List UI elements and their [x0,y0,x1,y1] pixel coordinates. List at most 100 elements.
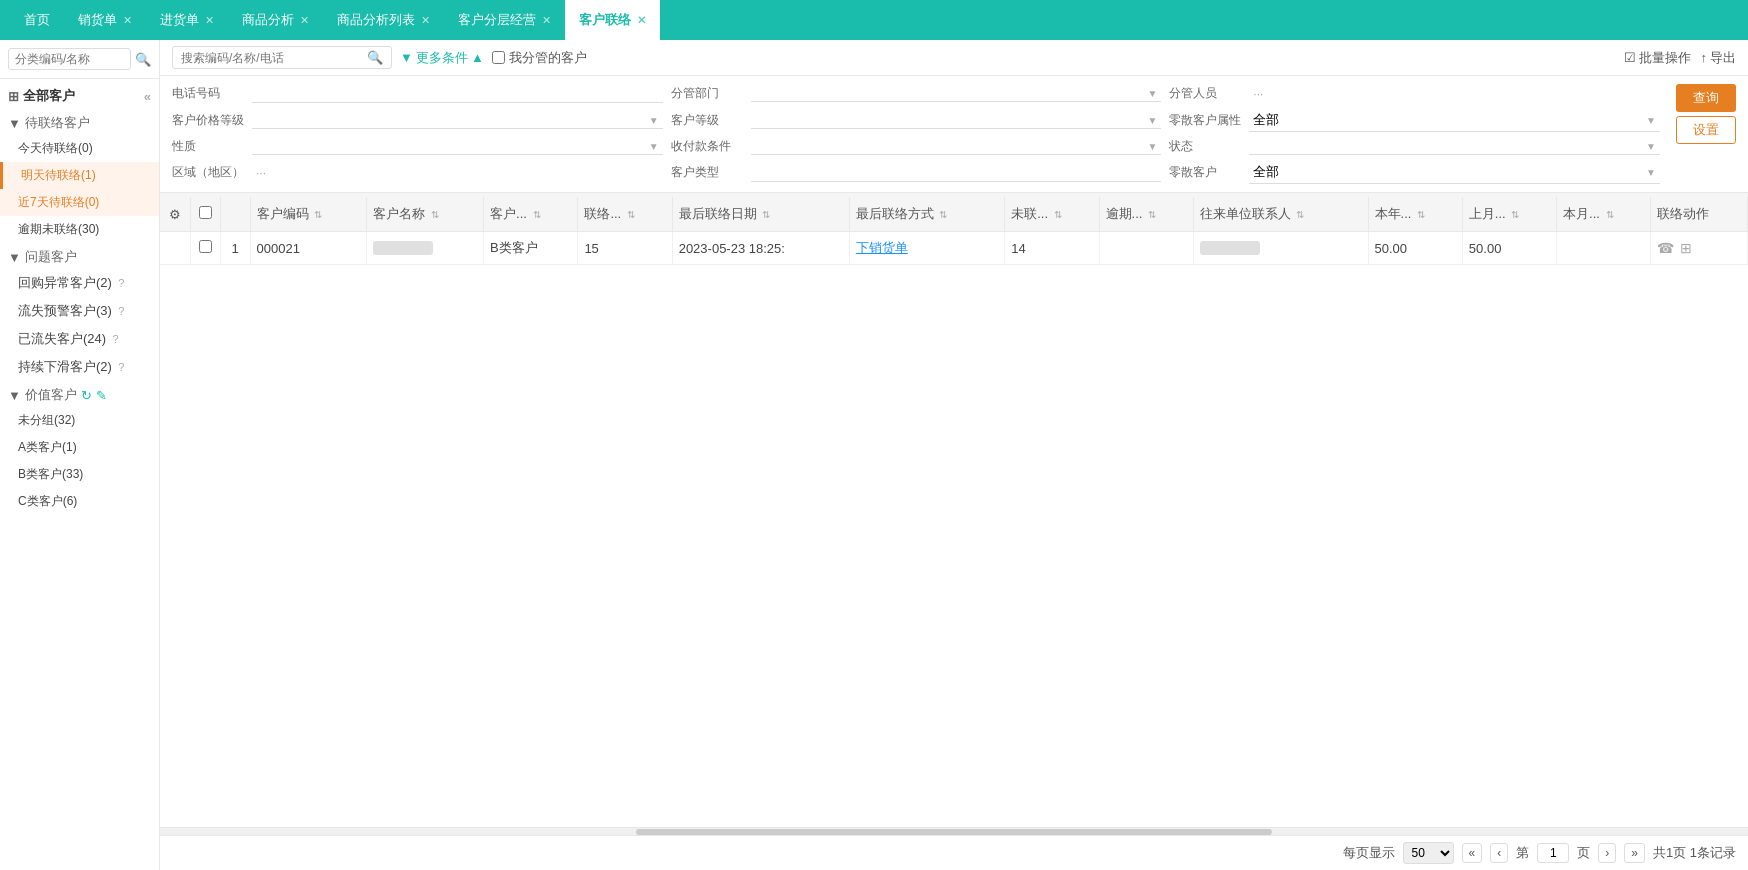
main-search-input[interactable] [181,51,367,65]
filter-status-select[interactable]: ▼ [1249,139,1660,155]
sort-icon-this-month[interactable]: ⇅ [1606,209,1614,220]
sort-icon-last-date[interactable]: ⇅ [762,209,770,220]
close-sales-icon[interactable]: ✕ [123,14,132,27]
row-select-checkbox[interactable] [199,240,212,253]
sidebar-item-b-class[interactable]: B类客户(33) [0,461,159,488]
sort-icon-type[interactable]: ⇅ [533,209,541,220]
last-page-btn[interactable]: » [1624,843,1645,863]
nav-analysis-list[interactable]: 商品分析列表 ✕ [323,0,444,40]
next-page-btn[interactable]: › [1598,843,1616,863]
sort-icon-last-month[interactable]: ⇅ [1511,209,1519,220]
page-number-input[interactable] [1537,843,1569,863]
main-search-icon[interactable]: 🔍 [367,50,383,65]
nav-customer-contact[interactable]: 客户联络 ✕ [565,0,660,40]
filter-retail-attr-select[interactable]: 全部 ▼ [1249,109,1660,132]
filter-phone-input[interactable] [252,84,663,103]
filter-retail-select[interactable]: 全部 ▼ [1249,161,1660,184]
filter-price-level-select[interactable]: ▼ [252,113,663,129]
filter-customer-level-select[interactable]: ▼ [751,113,1162,129]
my-customers-checkbox[interactable] [492,51,505,64]
sidebar-item-7days[interactable]: 近7天待联络(0) [0,189,159,216]
top-nav: 首页 销货单 ✕ 进货单 ✕ 商品分析 ✕ 商品分析列表 ✕ 客户分层经营 ✕ … [0,0,1748,40]
sidebar-item-abnormal[interactable]: 回购异常客户(2) ? [0,269,159,297]
filter-manager-dots[interactable]: ··· [1253,87,1263,101]
grid-action-icon[interactable]: ⊞ [1680,240,1692,256]
collapse-icon[interactable]: « [144,89,151,104]
filter-dept-select[interactable]: ▼ [751,86,1162,102]
sort-icon-name[interactable]: ⇅ [431,209,439,220]
value-group[interactable]: ▼ 价值客户 ↻ ✎ [0,381,159,407]
first-page-btn[interactable]: « [1462,843,1483,863]
export-btn[interactable]: ↑ 导出 [1701,49,1737,67]
arrow-down-icon-2: ▼ [8,250,21,265]
sidebar-item-overdue[interactable]: 逾期未联络(30) [0,216,159,243]
all-customers-header[interactable]: ⊞ 全部客户 « [0,79,159,109]
problem-group[interactable]: ▼ 问题客户 [0,243,159,269]
phone-icon[interactable]: ☎ [1657,240,1674,256]
select-all-checkbox[interactable] [199,206,212,219]
page-label: 第 [1516,844,1529,862]
nav-analysis[interactable]: 商品分析 ✕ [228,0,323,40]
filter-icon: ▼ [400,50,413,65]
sort-icon-uncontacted[interactable]: ⇅ [1054,209,1062,220]
col-gear: ⚙ [160,197,190,232]
horizontal-scrollbar[interactable] [160,827,1748,835]
per-page-label: 每页显示 [1343,844,1395,862]
sort-icon-this-year[interactable]: ⇅ [1417,209,1425,220]
more-filter-btn[interactable]: ▼ 更多条件 ▲ [400,49,484,67]
row-last-date: 2023-05-23 18:25: [672,232,849,265]
sidebar-item-c-class[interactable]: C类客户(6) [0,488,159,515]
sort-icon-unit-contact[interactable]: ⇅ [1296,209,1304,220]
close-purchase-icon[interactable]: ✕ [205,14,214,27]
sidebar-search-icon[interactable]: 🔍 [135,52,151,67]
row-contact-count: 15 [578,232,672,265]
prev-page-btn[interactable]: ‹ [1490,843,1508,863]
sidebar-item-ungrouped[interactable]: 未分组(32) [0,407,159,434]
filter-retail: 零散客户 全部 ▼ [1169,161,1660,184]
nav-sales[interactable]: 销货单 ✕ [64,0,146,40]
refresh-icon[interactable]: ↻ [81,388,92,403]
set-button[interactable]: 设置 [1676,116,1736,144]
sort-icon-code[interactable]: ⇅ [314,209,322,220]
close-customer-contact-icon[interactable]: ✕ [637,14,646,27]
sort-icon-contact[interactable]: ⇅ [627,209,635,220]
batch-op-btn[interactable]: ☑ 批量操作 [1624,49,1691,67]
close-analysis-icon[interactable]: ✕ [300,14,309,27]
sort-icon-overdue[interactable]: ⇅ [1148,209,1156,220]
filter-payment-select[interactable]: ▼ [751,139,1162,155]
chevron-down-icon-price: ▼ [649,115,659,126]
total-label: 共1页 1条记录 [1653,844,1736,862]
nav-purchase[interactable]: 进货单 ✕ [146,0,228,40]
sidebar-item-churned[interactable]: 已流失客户(24) ? [0,325,159,353]
page-suffix: 页 [1577,844,1590,862]
filter-nature-select[interactable]: ▼ [252,139,663,155]
nav-home[interactable]: 首页 [10,0,64,40]
last-method-link[interactable]: 下销货单 [856,240,908,255]
pending-group[interactable]: ▼ 待联络客户 [0,109,159,135]
sidebar-item-tomorrow[interactable]: 明天待联络(1) [0,162,159,189]
nav-customer-tier[interactable]: 客户分层经营 ✕ [444,0,565,40]
help-icon-1: ? [118,277,124,289]
scrollbar-thumb[interactable] [636,829,1271,835]
edit-icon[interactable]: ✎ [96,388,107,403]
close-customer-tier-icon[interactable]: ✕ [542,14,551,27]
filter-region-dots[interactable]: ··· [256,166,266,180]
row-gear [160,232,190,265]
filter-customer-level: 客户等级 ▼ [671,112,1162,129]
per-page-select[interactable]: 50 100 200 [1403,842,1454,864]
sidebar-item-churn-warn[interactable]: 流失预警客户(3) ? [0,297,159,325]
sidebar-item-a-class[interactable]: A类客户(1) [0,434,159,461]
sidebar-item-today[interactable]: 今天待联络(0) [0,135,159,162]
query-button[interactable]: 查询 [1676,84,1736,112]
col-this-year: 本年... ⇅ [1368,197,1462,232]
help-icon-4: ? [118,361,124,373]
action-icons: ☎ ⊞ [1657,240,1741,256]
chevron-down-icon-status: ▼ [1646,141,1656,152]
sidebar-item-declining[interactable]: 持续下滑客户(2) ? [0,353,159,381]
close-analysis-list-icon[interactable]: ✕ [421,14,430,27]
search-box: 🔍 [172,46,392,69]
filter-payment-label: 收付款条件 [671,138,751,155]
sort-icon-last-method[interactable]: ⇅ [939,209,947,220]
sidebar-search-input[interactable] [8,48,131,70]
filter-type-input[interactable] [751,163,1162,182]
